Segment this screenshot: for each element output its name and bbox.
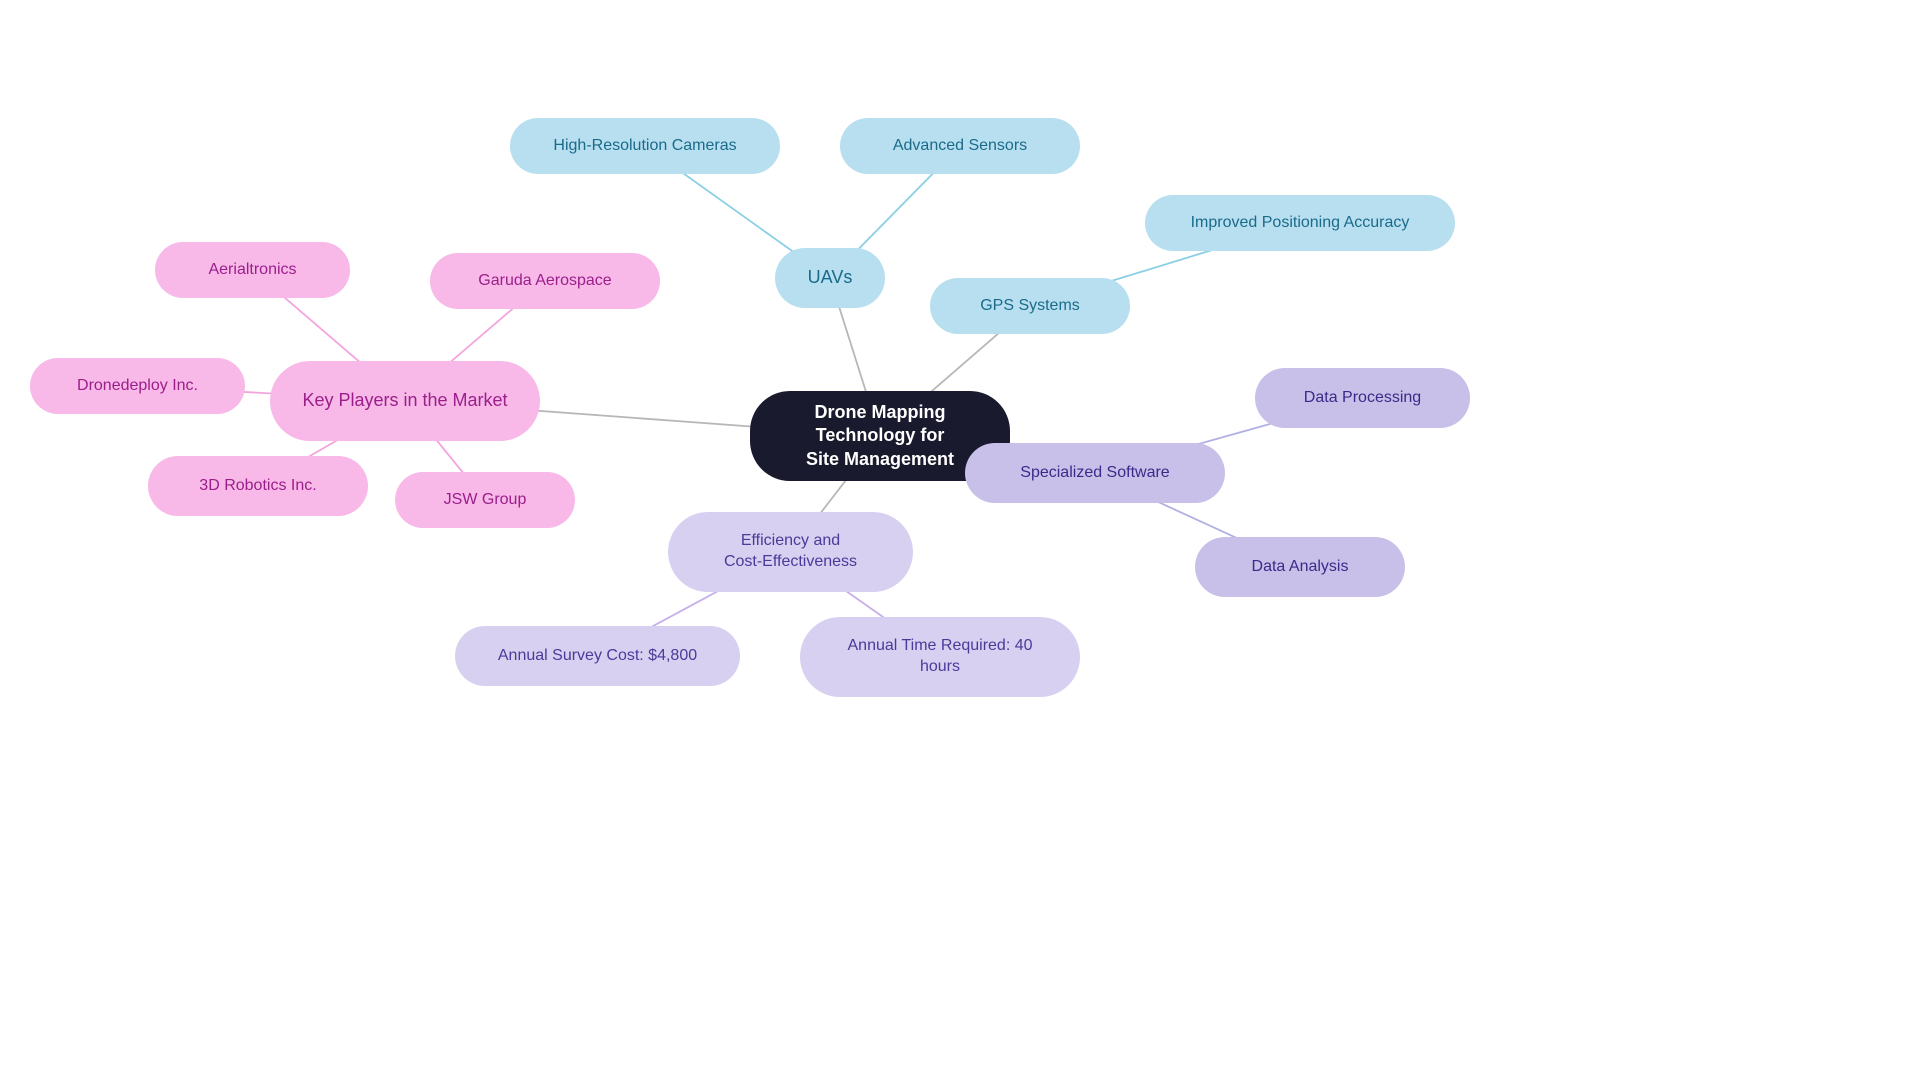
specialized-label: Specialized Software: [1020, 463, 1169, 484]
efficiency-label: Efficiency and Cost-Effectiveness: [724, 531, 857, 573]
time-req-node[interactable]: Annual Time Required: 40 hours: [800, 617, 1080, 697]
garuda-label: Garuda Aerospace: [478, 271, 611, 292]
key-players-node[interactable]: Key Players in the Market: [270, 361, 540, 441]
data-processing-label: Data Processing: [1304, 388, 1421, 409]
improved-pos-node[interactable]: Improved Positioning Accuracy: [1145, 195, 1455, 251]
high-res-node[interactable]: High-Resolution Cameras: [510, 118, 780, 174]
improved-pos-label: Improved Positioning Accuracy: [1191, 213, 1410, 234]
uavs-label: UAVs: [808, 266, 853, 289]
time-req-label: Annual Time Required: 40 hours: [848, 636, 1033, 678]
efficiency-node[interactable]: Efficiency and Cost-Effectiveness: [668, 512, 913, 592]
jsw-node[interactable]: JSW Group: [395, 472, 575, 528]
aerialtronics-node[interactable]: Aerialtronics: [155, 242, 350, 298]
adv-sensors-label: Advanced Sensors: [893, 136, 1027, 157]
data-processing-node[interactable]: Data Processing: [1255, 368, 1470, 428]
gps-node[interactable]: GPS Systems: [930, 278, 1130, 334]
robotics-node[interactable]: 3D Robotics Inc.: [148, 456, 368, 516]
robotics-label: 3D Robotics Inc.: [199, 476, 316, 497]
data-analysis-label: Data Analysis: [1252, 557, 1349, 578]
high-res-label: High-Resolution Cameras: [553, 136, 736, 157]
aerialtronics-label: Aerialtronics: [208, 260, 296, 281]
specialized-node[interactable]: Specialized Software: [965, 443, 1225, 503]
adv-sensors-node[interactable]: Advanced Sensors: [840, 118, 1080, 174]
center-node-label: Drone Mapping Technology for Site Manage…: [772, 401, 988, 471]
data-analysis-node[interactable]: Data Analysis: [1195, 537, 1405, 597]
survey-cost-node[interactable]: Annual Survey Cost: $4,800: [455, 626, 740, 686]
jsw-label: JSW Group: [444, 490, 527, 511]
key-players-label: Key Players in the Market: [302, 389, 507, 412]
uavs-node[interactable]: UAVs: [775, 248, 885, 308]
dronedeploy-label: Dronedeploy Inc.: [77, 376, 198, 397]
survey-cost-label: Annual Survey Cost: $4,800: [498, 646, 697, 667]
garuda-node[interactable]: Garuda Aerospace: [430, 253, 660, 309]
gps-label: GPS Systems: [980, 296, 1080, 317]
dronedeploy-node[interactable]: Dronedeploy Inc.: [30, 358, 245, 414]
